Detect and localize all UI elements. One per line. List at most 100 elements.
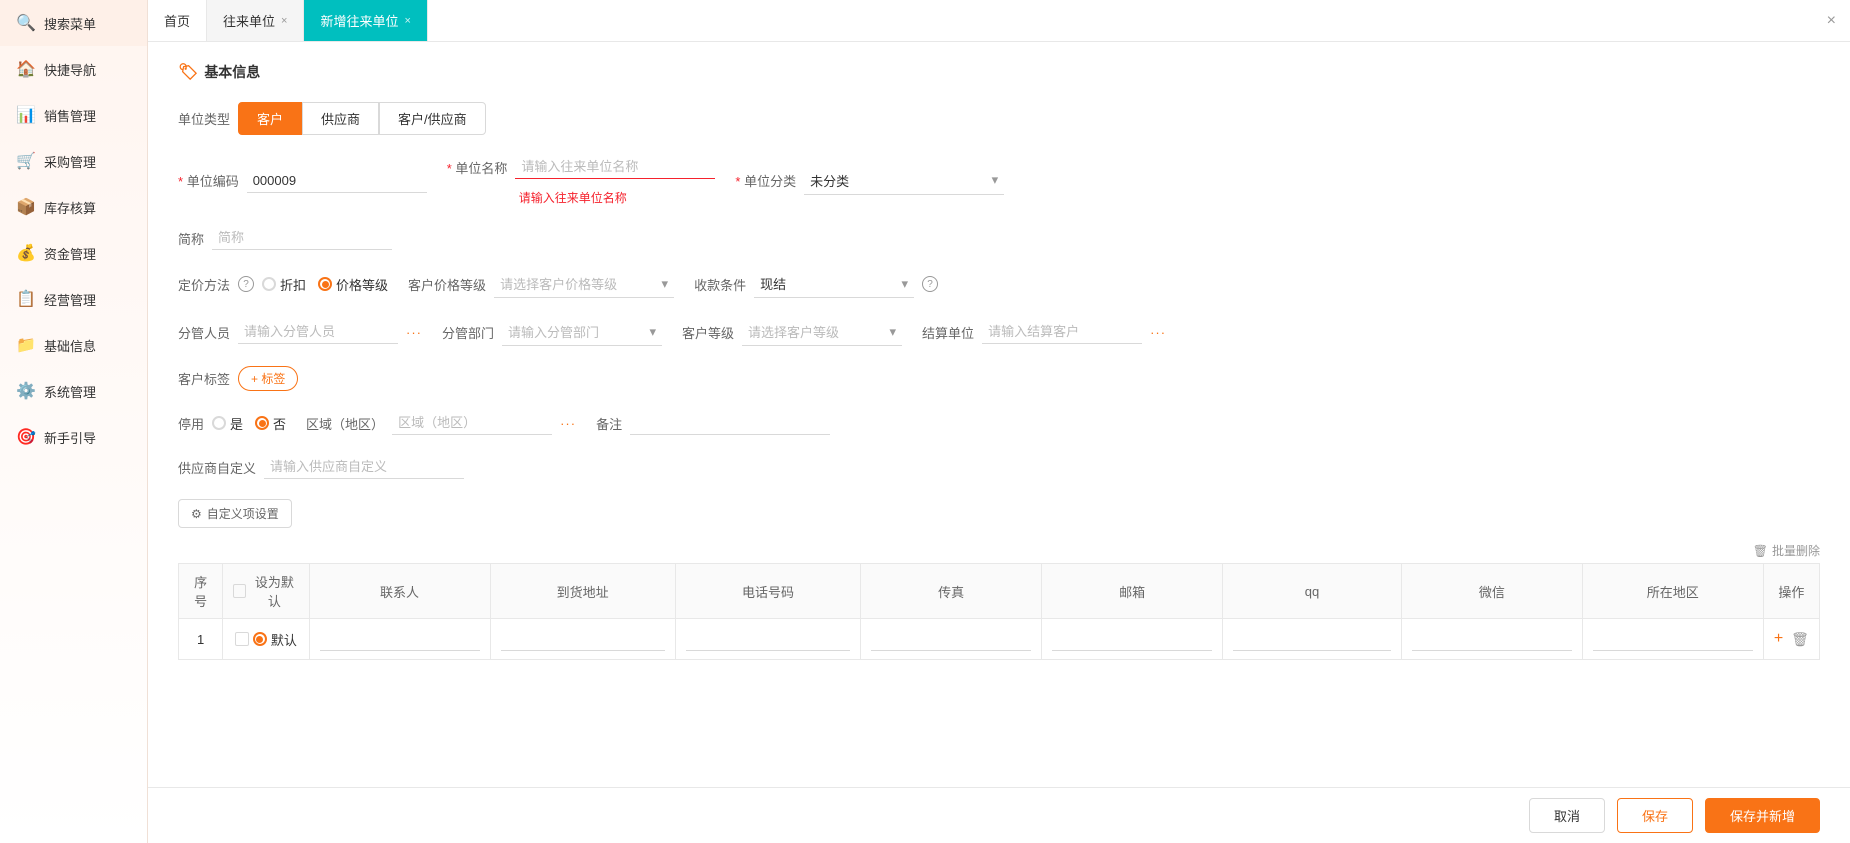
sidebar-item-system[interactable]: ⚙️ 系统管理 bbox=[0, 368, 147, 414]
supplier-custom-input[interactable] bbox=[264, 455, 464, 479]
sidebar-item-sales[interactable]: 📊 销售管理 bbox=[0, 92, 147, 138]
col-phone: 电话号码 bbox=[675, 564, 860, 619]
sidebar-search[interactable]: 🔍 搜索菜单 bbox=[0, 0, 147, 46]
radio-discount[interactable]: 折扣 bbox=[262, 275, 306, 294]
fax-input[interactable] bbox=[871, 627, 1031, 651]
pricing-help-icon[interactable]: ? bbox=[238, 276, 254, 292]
tags-item: 客户标签 + 标签 bbox=[178, 366, 298, 391]
radio-price-level[interactable]: 价格等级 bbox=[318, 275, 388, 294]
sidebar-item-inventory[interactable]: 📦 库存核算 bbox=[0, 184, 147, 230]
add-tag-button[interactable]: + 标签 bbox=[238, 366, 298, 391]
short-name-input[interactable] bbox=[212, 226, 392, 250]
sidebar-item-finance[interactable]: 💰 资金管理 bbox=[0, 230, 147, 276]
supervisor-input[interactable] bbox=[238, 320, 398, 344]
customer-price-level-placeholder: 请选择客户价格等级 bbox=[500, 274, 617, 293]
settlement-unit-input[interactable] bbox=[982, 320, 1142, 344]
batch-delete-area[interactable]: 🗑 批量删除 bbox=[178, 538, 1820, 563]
section-basic-info: 🏷 基本信息 bbox=[178, 62, 1820, 82]
unit-code-label: * 单位编码 bbox=[178, 171, 239, 190]
radio-no-circle bbox=[255, 416, 269, 430]
cell-address[interactable] bbox=[490, 619, 675, 660]
close-all-tabs[interactable]: × bbox=[1813, 12, 1850, 30]
pricing-row: 定价方法 ? 折扣 价格等级 客户价格等级 请选择客户价格等级 bbox=[178, 270, 1820, 298]
inventory-icon: 📦 bbox=[16, 197, 36, 217]
code-name-category-row: * 单位编码 * 单位名称 请输入往来单位名称 * 单位分类 未分类 ▾ bbox=[178, 155, 1820, 206]
disable-region-row: 停用 是 否 区域（地区） ··· 备注 bbox=[178, 411, 1820, 435]
payment-terms-item: 收款条件 现结 ▾ ? bbox=[694, 270, 938, 298]
select-all-checkbox[interactable] bbox=[233, 584, 246, 598]
tab-partner-list-label: 往来单位 bbox=[223, 11, 275, 30]
tab-new-partner-close[interactable]: × bbox=[404, 15, 410, 27]
cell-wechat[interactable] bbox=[1401, 619, 1582, 660]
tabbar: 首页 往来单位 × 新增往来单位 × × bbox=[148, 0, 1850, 42]
dept-select[interactable]: 请输入分管部门 ▾ bbox=[502, 318, 662, 346]
pricing-method-label: 定价方法 bbox=[178, 275, 230, 294]
batch-delete-label: 批量删除 bbox=[1772, 542, 1820, 559]
short-name-row: 简称 bbox=[178, 226, 1820, 250]
col-default-label: 设为默认 bbox=[250, 572, 298, 610]
purchase-icon: 🛒 bbox=[16, 151, 36, 171]
cell-contact[interactable] bbox=[309, 619, 490, 660]
row-default-circle bbox=[253, 632, 267, 646]
price-level-arrow: ▾ bbox=[662, 276, 669, 292]
remark-input[interactable] bbox=[630, 411, 830, 435]
tab-partner-list[interactable]: 往来单位 × bbox=[207, 0, 304, 41]
sidebar-item-guide[interactable]: 🎯 新手引导 bbox=[0, 414, 147, 460]
row-add-button[interactable]: + bbox=[1774, 630, 1783, 648]
type-btn-supplier[interactable]: 供应商 bbox=[302, 102, 379, 135]
contact-input[interactable] bbox=[320, 627, 480, 651]
row-checkbox[interactable] bbox=[235, 632, 249, 646]
supervisor-more[interactable]: ··· bbox=[406, 325, 422, 340]
radio-yes[interactable]: 是 bbox=[212, 414, 243, 433]
save-new-button[interactable]: 保存并新增 bbox=[1705, 798, 1820, 833]
unit-category-select[interactable]: 未分类 ▾ bbox=[804, 167, 1004, 195]
radio-no[interactable]: 否 bbox=[255, 414, 286, 433]
address-input[interactable] bbox=[501, 627, 665, 651]
save-button[interactable]: 保存 bbox=[1617, 798, 1693, 833]
region-more[interactable]: ··· bbox=[560, 416, 576, 431]
tab-home[interactable]: 首页 bbox=[148, 0, 207, 41]
sidebar-item-operations[interactable]: 📋 经营管理 bbox=[0, 276, 147, 322]
row-default-radio[interactable]: 默认 bbox=[253, 630, 297, 649]
pricing-method-item: 定价方法 ? 折扣 价格等级 bbox=[178, 275, 388, 294]
cell-qq[interactable] bbox=[1223, 619, 1402, 660]
type-btn-customer[interactable]: 客户 bbox=[238, 102, 302, 135]
row-delete-button[interactable]: 🗑 bbox=[1791, 631, 1809, 648]
unit-code-input[interactable] bbox=[247, 169, 427, 193]
region-input[interactable] bbox=[392, 411, 552, 435]
table-header-row: 序号 设为默认 联系人 到货地址 电话号码 传真 邮箱 qq bbox=[179, 564, 1820, 619]
cell-email[interactable] bbox=[1042, 619, 1223, 660]
sidebar-item-label: 采购管理 bbox=[44, 152, 96, 171]
unit-name-item: * 单位名称 请输入往来单位名称 bbox=[447, 155, 716, 206]
dept-item: 分管部门 请输入分管部门 ▾ bbox=[442, 318, 662, 346]
payment-terms-value: 现结 bbox=[760, 274, 786, 293]
custom-settings-button[interactable]: ⚙ 自定义项设置 bbox=[178, 499, 292, 528]
tab-new-partner[interactable]: 新增往来单位 × bbox=[304, 0, 427, 41]
sidebar-item-quick-nav[interactable]: 🏠 快捷导航 bbox=[0, 46, 147, 92]
settlement-more[interactable]: ··· bbox=[1150, 325, 1166, 340]
tab-partner-list-close[interactable]: × bbox=[281, 15, 287, 27]
wechat-input[interactable] bbox=[1412, 627, 1572, 651]
sidebar-item-base[interactable]: 📁 基础信息 bbox=[0, 322, 147, 368]
payment-terms-select[interactable]: 现结 ▾ bbox=[754, 270, 914, 298]
unit-category-value: 未分类 bbox=[810, 171, 849, 190]
qq-input[interactable] bbox=[1233, 627, 1391, 651]
sidebar-item-purchase[interactable]: 🛒 采购管理 bbox=[0, 138, 147, 184]
sidebar-item-label: 销售管理 bbox=[44, 106, 96, 125]
region-table-input[interactable] bbox=[1593, 627, 1753, 651]
col-contact: 联系人 bbox=[309, 564, 490, 619]
form-footer: 取消 保存 保存并新增 bbox=[148, 787, 1850, 843]
phone-input[interactable] bbox=[686, 627, 850, 651]
email-input[interactable] bbox=[1052, 627, 1212, 651]
cell-phone[interactable] bbox=[675, 619, 860, 660]
sidebar-item-label: 快捷导航 bbox=[44, 60, 96, 79]
unit-name-input[interactable] bbox=[515, 155, 715, 179]
cell-fax[interactable] bbox=[861, 619, 1042, 660]
supervisor-row: 分管人员 ··· 分管部门 请输入分管部门 ▾ 客户等级 请选择客户等级 ▾ 结… bbox=[178, 318, 1820, 346]
cell-region[interactable] bbox=[1582, 619, 1763, 660]
customer-level-select[interactable]: 请选择客户等级 ▾ bbox=[742, 318, 902, 346]
customer-price-level-select[interactable]: 请选择客户价格等级 ▾ bbox=[494, 270, 674, 298]
payment-help-icon[interactable]: ? bbox=[922, 276, 938, 292]
cancel-button[interactable]: 取消 bbox=[1529, 798, 1605, 833]
type-btn-both[interactable]: 客户/供应商 bbox=[379, 102, 486, 135]
